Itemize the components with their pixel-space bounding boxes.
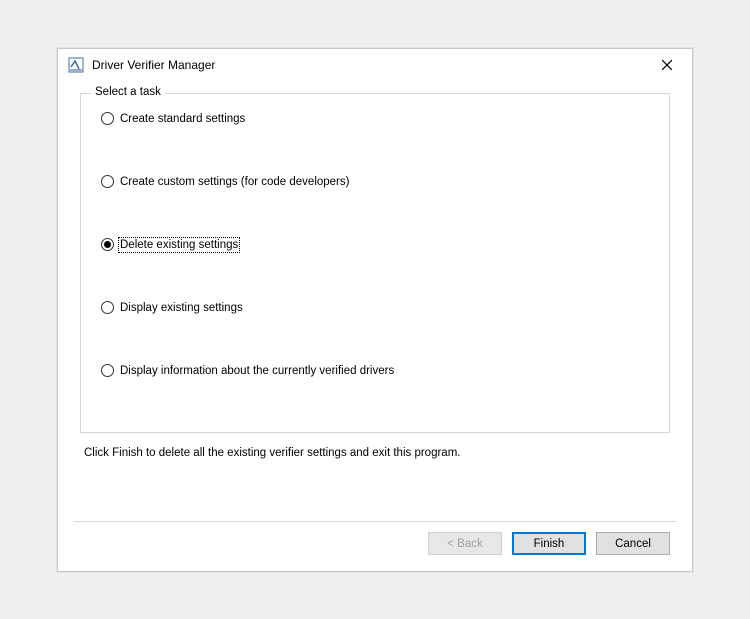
instruction-text: Click Finish to delete all the existing … xyxy=(84,447,670,459)
radio-label: Create custom settings (for code develop… xyxy=(120,176,349,188)
close-icon xyxy=(662,60,672,70)
radio-label: Display information about the currently … xyxy=(120,365,394,377)
radio-icon xyxy=(101,175,114,188)
titlebar: Driver Verifier Manager xyxy=(58,49,692,81)
button-row: < Back Finish Cancel xyxy=(58,522,692,571)
task-fieldset: Select a task Create standard settings C… xyxy=(80,93,670,433)
radio-label: Display existing settings xyxy=(120,302,243,314)
content-area: Select a task Create standard settings C… xyxy=(58,81,692,461)
back-button: < Back xyxy=(428,532,502,555)
radio-label: Create standard settings xyxy=(120,113,245,125)
radio-icon xyxy=(101,301,114,314)
app-icon xyxy=(68,57,84,73)
radio-icon xyxy=(101,238,114,251)
radio-delete-existing[interactable]: Delete existing settings xyxy=(101,238,655,251)
radio-icon xyxy=(101,112,114,125)
dialog-window: Driver Verifier Manager Select a task Cr… xyxy=(57,48,693,572)
radio-icon xyxy=(101,364,114,377)
finish-button[interactable]: Finish xyxy=(512,532,586,555)
window-title: Driver Verifier Manager xyxy=(92,58,652,72)
radio-display-existing[interactable]: Display existing settings xyxy=(101,301,655,314)
radio-create-standard[interactable]: Create standard settings xyxy=(101,112,655,125)
radio-display-info[interactable]: Display information about the currently … xyxy=(101,364,655,377)
fieldset-legend: Select a task xyxy=(91,86,165,98)
cancel-button[interactable]: Cancel xyxy=(596,532,670,555)
radio-create-custom[interactable]: Create custom settings (for code develop… xyxy=(101,175,655,188)
close-button[interactable] xyxy=(652,54,682,76)
radio-label: Delete existing settings xyxy=(120,239,238,251)
